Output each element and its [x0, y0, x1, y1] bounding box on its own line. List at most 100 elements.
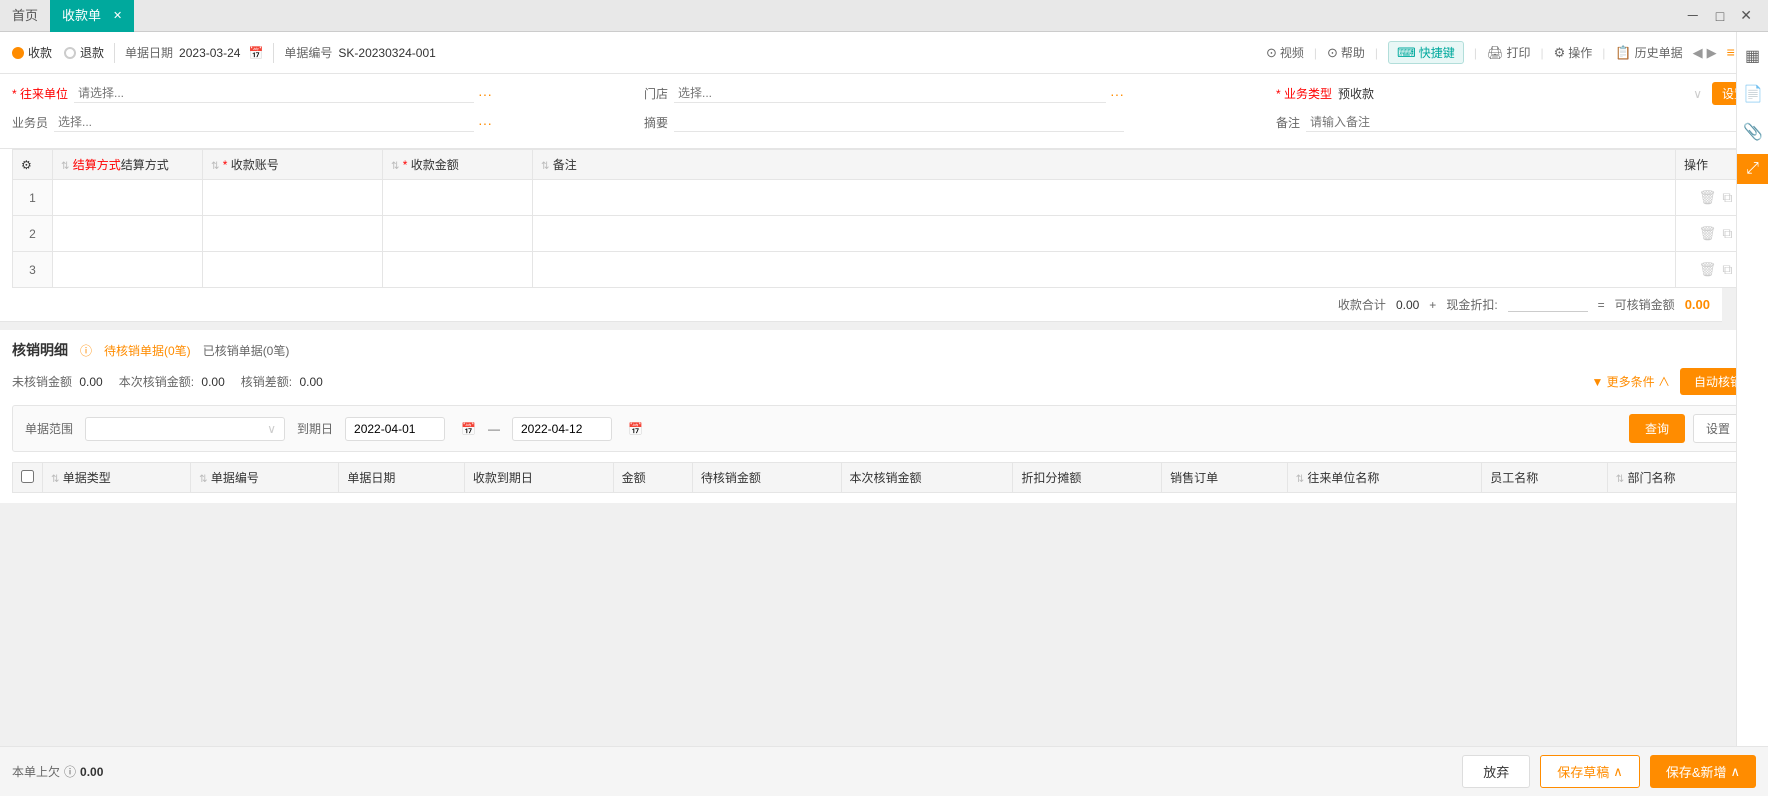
tab-close-receipt[interactable]: ✕ — [113, 0, 122, 32]
nav-next[interactable]: ▶ — [1707, 45, 1717, 61]
counterparty-more-btn[interactable]: ··· — [478, 86, 492, 102]
video-btn[interactable]: ⊙ 视频 — [1266, 44, 1304, 61]
row-1-settle[interactable] — [53, 180, 203, 216]
counterparty-field: * 往来单位 ··· — [12, 84, 492, 103]
row-2-settle[interactable] — [53, 216, 203, 252]
sort-type-icon[interactable]: ⇅ — [51, 474, 59, 485]
radio-receipt[interactable]: 收款 — [12, 44, 52, 61]
date-from-input[interactable] — [345, 417, 445, 441]
row-2-amount[interactable] — [383, 216, 533, 252]
sidebar-expand-icon[interactable]: ⤢ — [1737, 154, 1768, 184]
hexiao-header: 核销明细 ⓘ 待核销单据(0笔) 已核销单据(0笔) — [12, 340, 1756, 360]
row-1-copy-icon[interactable]: ⧉ — [1722, 189, 1732, 206]
available-value: 0.00 — [1685, 297, 1710, 312]
video-icon: ⊙ — [1266, 45, 1277, 61]
abandon-button[interactable]: 放弃 — [1462, 755, 1530, 788]
sidebar-clip-icon[interactable]: 📎 — [1737, 116, 1768, 148]
select-all-checkbox[interactable] — [21, 470, 34, 483]
sidebar-doc-icon[interactable]: 📄 — [1737, 78, 1768, 110]
row-3-remark[interactable] — [533, 252, 1676, 288]
more-filter-btn[interactable]: ▼ 更多条件 ∧ — [1591, 373, 1670, 390]
remark-input[interactable] — [1306, 113, 1756, 132]
sort-amount-icon[interactable]: ⇅ — [391, 161, 399, 172]
th-employee: 员工名称 — [1482, 463, 1608, 493]
tab-receipt[interactable]: 收款单 ✕ — [50, 0, 134, 32]
row-3-copy-icon[interactable]: ⧉ — [1722, 261, 1732, 278]
hexiao-done-tab[interactable]: 已核销单据(0笔) — [203, 342, 290, 359]
row-2-copy-icon[interactable]: ⧉ — [1722, 225, 1732, 242]
discount-input[interactable] — [1508, 297, 1588, 312]
number-label: 单据编号 — [284, 44, 332, 61]
tab-home[interactable]: 首页 — [0, 0, 50, 32]
view-list-btn[interactable]: ≡ — [1727, 44, 1735, 61]
tab-bar: 首页 收款单 ✕ － □ ✕ — [0, 0, 1768, 32]
counterparty-input[interactable] — [74, 84, 474, 103]
draft-button[interactable]: 保存草稿 ∧ — [1540, 755, 1640, 788]
equals-sign: = — [1598, 298, 1605, 312]
close-btn[interactable]: ✕ — [1736, 7, 1756, 24]
salesperson-more-btn[interactable]: ··· — [478, 115, 492, 131]
row-1-remark[interactable] — [533, 180, 1676, 216]
table-row: 1 🗑 ⧉ — [13, 180, 1756, 216]
radio-group: 收款 退款 — [12, 44, 104, 61]
form-area: * 往来单位 ··· 门店 ··· * 业务类型 预收款 ∨ 设置 业务员 ··… — [0, 74, 1768, 149]
th-counterparty: ⇅ 往来单位名称 — [1287, 463, 1482, 493]
radio-refund[interactable]: 退款 — [64, 44, 104, 61]
hexiao-pending-tab[interactable]: 待核销单据(0笔) — [104, 342, 191, 359]
footer-buttons: 放弃 保存草稿 ∧ 保存&新增 ∧ — [1462, 755, 1756, 788]
operation-icon: ⚙ — [1554, 45, 1566, 61]
hexiao-title: 核销明细 — [12, 340, 68, 360]
date-from-icon[interactable]: 📅 — [461, 422, 476, 436]
business-type-dropdown[interactable]: ∨ — [1693, 87, 1702, 101]
range-dropdown[interactable]: ∨ — [85, 417, 285, 441]
nav-prev[interactable]: ◀ — [1693, 45, 1703, 61]
sidebar-table-icon[interactable]: ▦ — [1737, 40, 1768, 72]
footer: 本单上欠 ⓘ 0.00 放弃 保存草稿 ∧ 保存&新增 ∧ — [0, 746, 1768, 796]
bottom-table-header-row: ⇅ 单据类型 ⇅ 单据编号 单据日期 收款到期日 金额 待核销金额 本次核销金额… — [13, 463, 1756, 493]
sort-number-icon[interactable]: ⇅ — [199, 474, 207, 485]
row-1-account[interactable] — [203, 180, 383, 216]
maximize-btn[interactable]: □ — [1712, 8, 1728, 24]
th-discount: 折扣分摊额 — [1013, 463, 1162, 493]
date-to-icon[interactable]: 📅 — [628, 422, 643, 436]
row-2-account[interactable] — [203, 216, 383, 252]
history-btn[interactable]: 📋 历史单据 — [1615, 44, 1682, 61]
sort-dept-icon[interactable]: ⇅ — [1616, 474, 1624, 485]
th-gear[interactable]: ⚙ — [13, 150, 53, 180]
sort-settle-icon[interactable]: ⇅ — [61, 161, 69, 172]
help-btn[interactable]: ⊙ 帮助 — [1327, 44, 1365, 61]
row-2-remark[interactable] — [533, 216, 1676, 252]
sort-account-icon[interactable]: ⇅ — [211, 161, 219, 172]
minimize-btn[interactable]: － — [1682, 6, 1704, 26]
table-row: 2 🗑 ⧉ — [13, 216, 1756, 252]
row-3-delete-icon[interactable]: 🗑 — [1699, 261, 1717, 278]
row-3-settle[interactable] — [53, 252, 203, 288]
date-to-input[interactable] — [512, 417, 612, 441]
save-new-label: 保存&新增 — [1666, 762, 1727, 781]
row-3-account[interactable] — [203, 252, 383, 288]
store-more-btn[interactable]: ··· — [1110, 86, 1124, 102]
operation-btn[interactable]: ⚙ 操作 — [1554, 44, 1593, 61]
shortcut-btn[interactable]: ⌨ 快捷键 — [1388, 41, 1464, 64]
divider-1 — [114, 43, 115, 63]
save-new-button[interactable]: 保存&新增 ∧ — [1650, 755, 1756, 788]
sort-remark-icon[interactable]: ⇅ — [541, 161, 549, 172]
sort-counterparty-icon[interactable]: ⇅ — [1296, 474, 1304, 485]
date-icon[interactable]: 📅 — [248, 46, 263, 60]
print-btn[interactable]: 🖨 打印 — [1487, 44, 1531, 61]
diff-value: 0.00 — [299, 375, 322, 389]
footer-info-icon[interactable]: ⓘ — [64, 763, 76, 780]
radio-refund-label: 退款 — [80, 44, 104, 61]
save-new-arrow-icon: ∧ — [1730, 764, 1740, 780]
th-checkbox — [13, 463, 43, 493]
salesperson-input[interactable] — [54, 113, 474, 132]
store-input[interactable] — [674, 84, 1106, 103]
hexiao-info-icon[interactable]: ⓘ — [80, 342, 92, 359]
row-num-2: 2 — [13, 216, 53, 252]
row-1-delete-icon[interactable]: 🗑 — [1699, 189, 1717, 206]
row-2-delete-icon[interactable]: 🗑 — [1699, 225, 1717, 242]
row-1-amount[interactable] — [383, 180, 533, 216]
row-3-amount[interactable] — [383, 252, 533, 288]
query-btn[interactable]: 查询 — [1629, 414, 1685, 443]
summary-input[interactable] — [674, 113, 1124, 132]
